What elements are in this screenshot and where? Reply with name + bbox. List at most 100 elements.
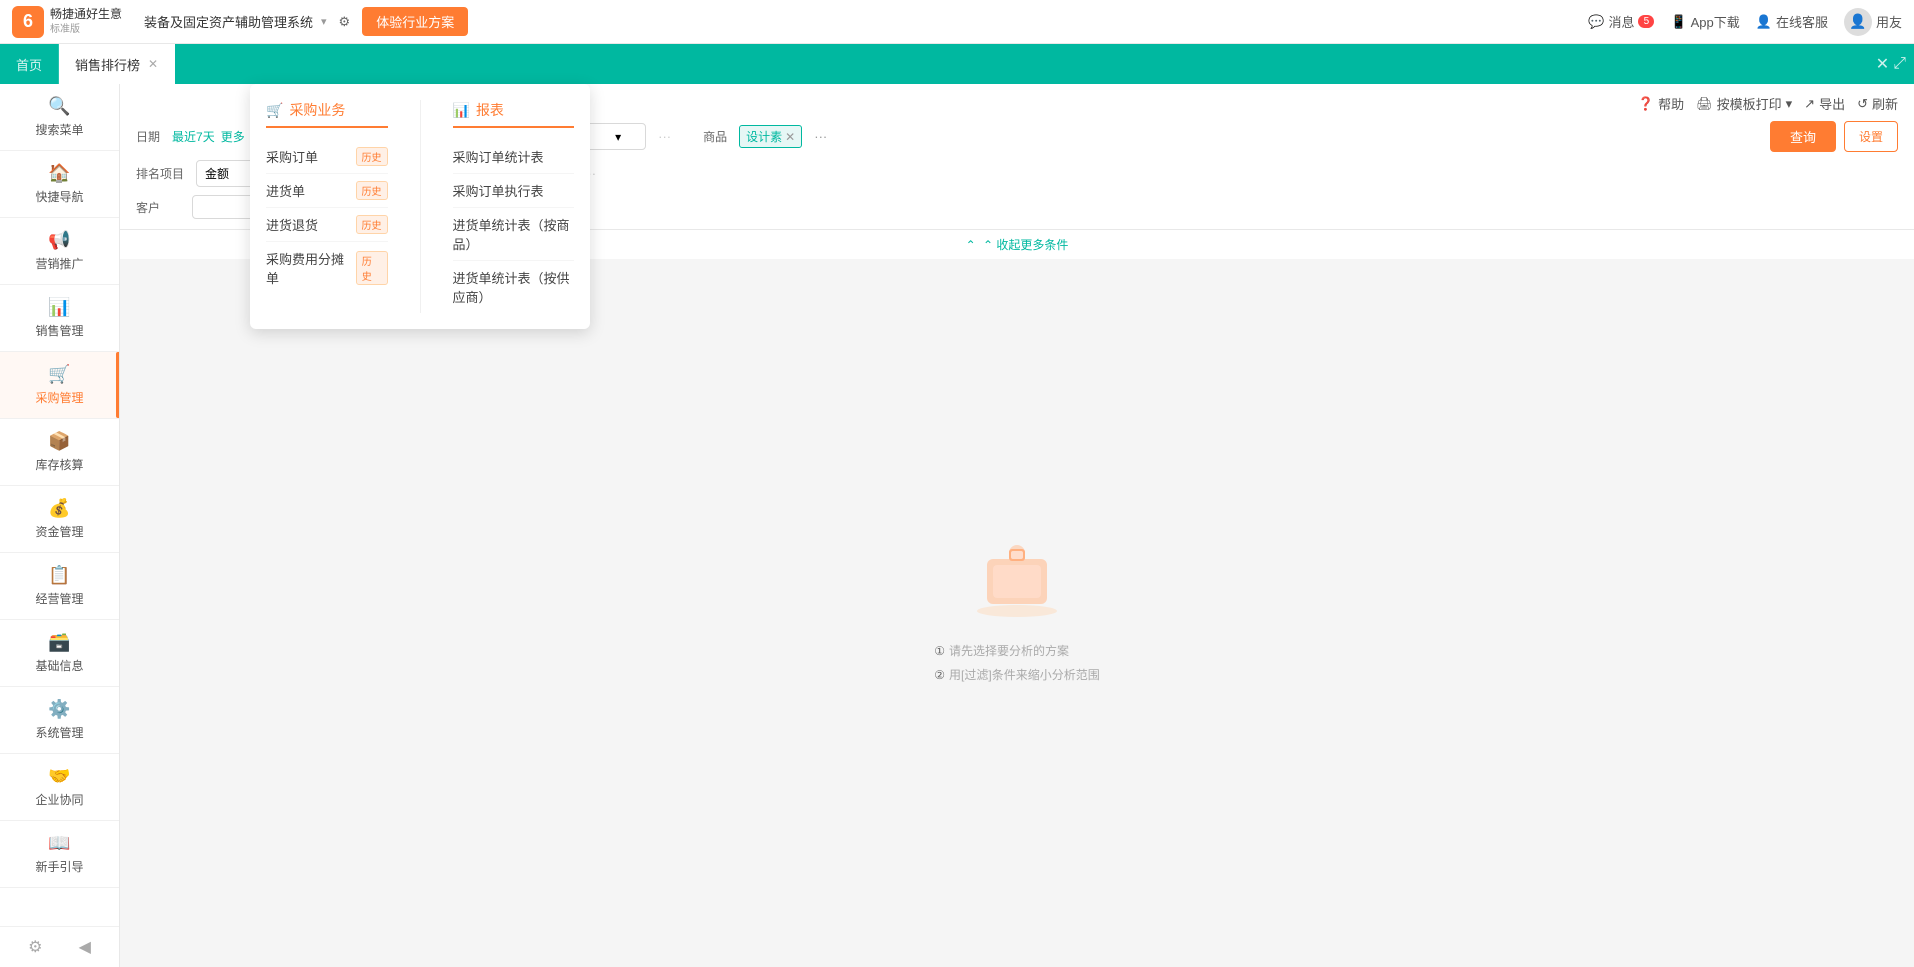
report-section-title: 📊 报表 bbox=[453, 100, 575, 128]
tab-home-label: 首页 bbox=[16, 55, 42, 74]
sidebar-item-marketing-label: 营销推广 bbox=[35, 255, 83, 272]
chevron-down-icon[interactable]: ▾ bbox=[321, 15, 327, 28]
help-button[interactable]: ❓ 帮助 bbox=[1638, 94, 1684, 113]
sidebar-item-system-label: 系统管理 bbox=[35, 724, 83, 741]
purchase-order-label: 采购订单 bbox=[266, 147, 318, 166]
tab-sales-ranking[interactable]: 销售排行榜 ✕ bbox=[59, 44, 175, 84]
finance-icon: 💰 bbox=[48, 498, 70, 519]
incoming-stats-supplier-item[interactable]: 进货单统计表（按供应商） bbox=[453, 261, 575, 313]
top-right-area: 💬 消息 5 📱 App下载 👤 在线客服 👤 用友 bbox=[1588, 8, 1902, 36]
messages-item[interactable]: 💬 消息 5 bbox=[1588, 12, 1654, 31]
tab-bar: 首页 销售排行榜 ✕ ✕ ⤢ bbox=[0, 44, 1914, 84]
messages-badge: 5 bbox=[1638, 15, 1654, 28]
coop-icon: 🤝 bbox=[48, 766, 70, 787]
sidebar-item-inventory[interactable]: 📦 库存核算 bbox=[0, 419, 119, 486]
sidebar-item-guide[interactable]: 📖 新手引导 bbox=[0, 821, 119, 888]
sidebar-item-sales-label: 销售管理 bbox=[35, 322, 83, 339]
top-bar: 6 畅捷通好生意 标准版 装备及固定资产辅助管理系统 ▾ ⚙ 体验行业方案 💬 … bbox=[0, 0, 1914, 44]
settings-icon[interactable]: ⚙ bbox=[339, 14, 351, 30]
export-button[interactable]: ↗ 导出 bbox=[1804, 94, 1845, 113]
search-icon: 🔍 bbox=[48, 96, 70, 117]
industry-button[interactable]: 体验行业方案 bbox=[362, 7, 468, 36]
purchase-section: 🛒 采购业务 采购订单 历史 进货单 历史 进货退货 历史 采购费用分摊单 历史 bbox=[266, 100, 388, 313]
rank-select-value: 金额 bbox=[205, 165, 229, 182]
tab-home[interactable]: 首页 bbox=[0, 44, 59, 84]
purchase-order-exec-label: 采购订单执行表 bbox=[453, 181, 544, 200]
collapse-label: ⌃ 收起更多条件 bbox=[983, 238, 1068, 252]
logo-text: 畅捷通好生意 标准版 bbox=[50, 7, 122, 36]
sidebar-item-operations-label: 经营管理 bbox=[35, 590, 83, 607]
messages-label: 消息 bbox=[1608, 12, 1634, 31]
refresh-label: 刷新 bbox=[1872, 94, 1898, 113]
goods-tag-remove[interactable]: ✕ bbox=[785, 130, 795, 144]
return-goods-label: 进货退货 bbox=[266, 215, 318, 234]
sidebar-item-basic-label: 基础信息 bbox=[35, 657, 83, 674]
empty-tips: ①请先选择要分析的方案 ②用[过滤]条件来缩小分析范围 bbox=[934, 639, 1099, 687]
system-icon: ⚙️ bbox=[48, 699, 70, 720]
sidebar: 🔍 搜索菜单 🏠 快捷导航 📢 营销推广 📊 销售管理 🛒 采购管理 📦 库存核… bbox=[0, 84, 120, 967]
print-template-button[interactable]: 🖨 按模板打印 ▾ bbox=[1696, 94, 1792, 113]
status-select-arrow: ▾ bbox=[615, 130, 621, 144]
headset-icon: 👤 bbox=[1756, 14, 1772, 30]
purchase-order-stats-item[interactable]: 采购订单统计表 bbox=[453, 140, 575, 174]
purchase-order-exec-item[interactable]: 采购订单执行表 bbox=[453, 174, 575, 208]
help-label: 帮助 bbox=[1658, 94, 1684, 113]
return-goods-item[interactable]: 进货退货 历史 bbox=[266, 208, 388, 242]
empty-tip-1: 请先选择要分析的方案 bbox=[949, 644, 1069, 658]
incoming-stats-supplier-label: 进货单统计表（按供应商） bbox=[453, 268, 575, 306]
sidebar-item-search[interactable]: 🔍 搜索菜单 bbox=[0, 84, 119, 151]
sidebar-item-operations[interactable]: 📋 经营管理 bbox=[0, 553, 119, 620]
sidebar-settings-icon[interactable]: ⚙ bbox=[28, 937, 42, 957]
sidebar-item-system[interactable]: ⚙️ 系统管理 bbox=[0, 687, 119, 754]
sidebar-item-quick[interactable]: 🏠 快捷导航 bbox=[0, 151, 119, 218]
print-label: 按模板打印 bbox=[1717, 94, 1782, 113]
expense-alloc-item[interactable]: 采购费用分摊单 历史 bbox=[266, 242, 388, 294]
sidebar-item-purchase-label: 采购管理 bbox=[35, 389, 83, 406]
sidebar-item-sales[interactable]: 📊 销售管理 bbox=[0, 285, 119, 352]
report-section-icon: 📊 bbox=[453, 102, 470, 119]
system-title-text: 装备及固定资产辅助管理系统 bbox=[144, 12, 313, 31]
close-tab-icon[interactable]: ✕ bbox=[148, 57, 158, 71]
guide-icon: 📖 bbox=[48, 833, 70, 854]
sidebar-item-coop[interactable]: 🤝 企业协同 bbox=[0, 754, 119, 821]
sidebar-item-coop-label: 企业协同 bbox=[35, 791, 83, 808]
setting-button[interactable]: 设置 bbox=[1844, 121, 1898, 152]
close-window-icon[interactable]: ✕ bbox=[1876, 54, 1889, 74]
sidebar-item-finance-label: 资金管理 bbox=[35, 523, 83, 540]
incoming-order-item[interactable]: 进货单 历史 bbox=[266, 174, 388, 208]
sidebar-item-marketing[interactable]: 📢 营销推广 bbox=[0, 218, 119, 285]
query-button[interactable]: 查询 bbox=[1770, 121, 1836, 152]
phone-icon: 📱 bbox=[1670, 14, 1686, 30]
refresh-icon: ↺ bbox=[1857, 96, 1868, 112]
avatar: 👤 bbox=[1844, 8, 1872, 36]
incoming-stats-goods-item[interactable]: 进货单统计表（按商品） bbox=[453, 208, 575, 261]
sidebar-collapse-icon[interactable]: ◀ bbox=[79, 937, 91, 957]
user-item[interactable]: 👤 用友 bbox=[1844, 8, 1902, 36]
date-recent7-btn[interactable]: 最近7天 bbox=[172, 128, 215, 145]
collapse-icon: ⌃ bbox=[966, 238, 976, 252]
refresh-button[interactable]: ↺ 刷新 bbox=[1857, 94, 1898, 113]
tab-sales-ranking-label: 销售排行榜 bbox=[75, 55, 140, 74]
goods-label: 商品 bbox=[703, 128, 727, 145]
app-download-label: App下载 bbox=[1691, 12, 1740, 31]
sidebar-item-finance[interactable]: 💰 资金管理 bbox=[0, 486, 119, 553]
report-section: 📊 报表 采购订单统计表 采购订单执行表 进货单统计表（按商品） 进货单统计表（… bbox=[453, 100, 575, 313]
empty-state: ①请先选择要分析的方案 ②用[过滤]条件来缩小分析范围 bbox=[120, 259, 1914, 967]
app-download-item[interactable]: 📱 App下载 bbox=[1670, 12, 1739, 31]
expense-alloc-history: 历史 bbox=[356, 251, 388, 285]
online-service-item[interactable]: 👤 在线客服 bbox=[1756, 12, 1828, 31]
report-section-label: 报表 bbox=[476, 100, 504, 120]
date-more-btn[interactable]: 更多 bbox=[221, 128, 245, 145]
rank-label: 排名项目 bbox=[136, 165, 184, 182]
sidebar-item-basic[interactable]: 🗃️ 基础信息 bbox=[0, 620, 119, 687]
goods-tag-value: 设计素 bbox=[746, 128, 782, 145]
basic-icon: 🗃️ bbox=[48, 632, 70, 653]
sidebar-item-guide-label: 新手引导 bbox=[35, 858, 83, 875]
print-chevron-icon: ▾ bbox=[1786, 96, 1793, 112]
sidebar-bottom: ⚙ ◀ bbox=[0, 926, 119, 967]
sidebar-item-purchase[interactable]: 🛒 采购管理 bbox=[0, 352, 119, 419]
expand-icon[interactable]: ⤢ bbox=[1893, 55, 1906, 73]
customer-label: 客户 bbox=[136, 199, 160, 216]
message-icon: 💬 bbox=[1588, 14, 1604, 30]
purchase-order-item[interactable]: 采购订单 历史 bbox=[266, 140, 388, 174]
